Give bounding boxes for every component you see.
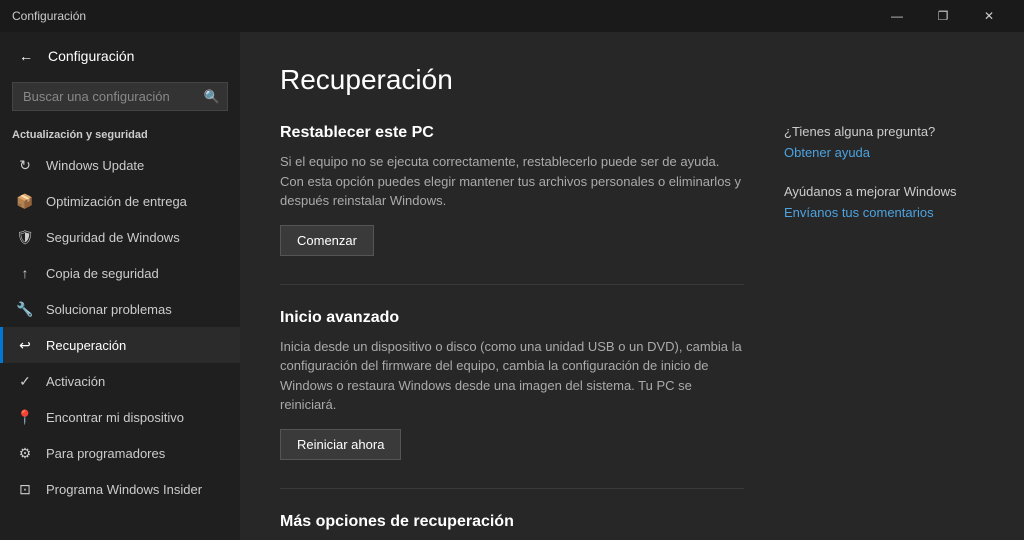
sidebar-item-seguridad[interactable]: 🛡 Seguridad de Windows xyxy=(0,219,240,255)
search-box: 🔍 xyxy=(12,82,228,111)
obtener-ayuda-link[interactable]: Obtener ayuda xyxy=(784,145,984,160)
divider-1 xyxy=(280,284,744,285)
content-right: ¿Tienes alguna pregunta? Obtener ayuda A… xyxy=(784,64,984,520)
sidebar-item-label: Para programadores xyxy=(46,446,165,461)
divider-2 xyxy=(280,488,744,489)
minimize-button[interactable]: — xyxy=(874,0,920,32)
programadores-icon: ⚙ xyxy=(16,444,34,462)
sidebar-item-insider[interactable]: ⊡ Programa Windows Insider xyxy=(0,471,240,507)
titlebar-controls: — ❐ ✕ xyxy=(874,0,1012,32)
section-restablecer-desc: Si el equipo no se ejecuta correctamente… xyxy=(280,152,744,211)
app-layout: ← Configuración 🔍 Actualización y seguri… xyxy=(0,32,1024,540)
sidebar-item-label: Recuperación xyxy=(46,338,126,353)
search-input[interactable] xyxy=(12,82,228,111)
section-restablecer-title: Restablecer este PC xyxy=(280,124,744,142)
section-mas-opciones-title: Más opciones de recuperación xyxy=(280,513,744,531)
sidebar-item-optimizacion[interactable]: 📦 Optimización de entrega xyxy=(0,183,240,219)
sidebar-item-activacion[interactable]: ✓ Activación xyxy=(0,363,240,399)
encontrar-icon: 📍 xyxy=(16,408,34,426)
page-title: Recuperación xyxy=(280,64,744,96)
sidebar-item-programadores[interactable]: ⚙ Para programadores xyxy=(0,435,240,471)
sidebar-item-encontrar[interactable]: 📍 Encontrar mi dispositivo xyxy=(0,399,240,435)
optimizacion-icon: 📦 xyxy=(16,192,34,210)
reiniciar-ahora-button[interactable]: Reiniciar ahora xyxy=(280,429,401,460)
sidebar-item-label: Seguridad de Windows xyxy=(46,230,180,245)
sidebar-item-label: Programa Windows Insider xyxy=(46,482,202,497)
sidebar-item-label: Activación xyxy=(46,374,105,389)
help-feedback-section: Ayúdanos a mejorar Windows Envíanos tus … xyxy=(784,184,984,220)
sidebar-item-copia[interactable]: ↑ Copia de seguridad xyxy=(0,255,240,291)
sidebar-top: ← Configuración xyxy=(0,32,240,76)
insider-icon: ⊡ xyxy=(16,480,34,498)
help-question-section: ¿Tienes alguna pregunta? Obtener ayuda xyxy=(784,124,984,160)
section-inicio-avanzado: Inicio avanzado Inicia desde un disposit… xyxy=(280,309,744,460)
titlebar: Configuración — ❐ ✕ xyxy=(0,0,1024,32)
sidebar-item-label: Copia de seguridad xyxy=(46,266,159,281)
search-icon: 🔍 xyxy=(204,89,220,105)
enviar-comentarios-link[interactable]: Envíanos tus comentarios xyxy=(784,205,984,220)
back-button[interactable]: ← xyxy=(12,42,40,70)
section-inicio-avanzado-title: Inicio avanzado xyxy=(280,309,744,327)
sidebar-item-label: Encontrar mi dispositivo xyxy=(46,410,184,425)
comenzar-button[interactable]: Comenzar xyxy=(280,225,374,256)
section-restablecer: Restablecer este PC Si el equipo no se e… xyxy=(280,124,744,256)
activacion-icon: ✓ xyxy=(16,372,34,390)
recuperacion-icon: ↩ xyxy=(16,336,34,354)
sidebar-app-title: Configuración xyxy=(48,48,134,64)
sidebar-item-recuperacion[interactable]: ↩ Recuperación xyxy=(0,327,240,363)
section-inicio-avanzado-desc: Inicia desde un dispositivo o disco (com… xyxy=(280,337,744,415)
seguridad-icon: 🛡 xyxy=(16,228,34,246)
sidebar-section-title: Actualización y seguridad xyxy=(0,121,240,147)
copia-icon: ↑ xyxy=(16,264,34,282)
restore-button[interactable]: ❐ xyxy=(920,0,966,32)
sidebar-item-label: Solucionar problemas xyxy=(46,302,172,317)
sidebar-item-label: Optimización de entrega xyxy=(46,194,187,209)
sidebar: ← Configuración 🔍 Actualización y seguri… xyxy=(0,32,240,540)
help-feedback-title: Ayúdanos a mejorar Windows xyxy=(784,184,984,199)
close-button[interactable]: ✕ xyxy=(966,0,1012,32)
titlebar-title: Configuración xyxy=(12,9,874,23)
section-mas-opciones: Más opciones de recuperación Más informa… xyxy=(280,513,744,540)
sidebar-item-windows-update[interactable]: ↻ Windows Update xyxy=(0,147,240,183)
main-content: Recuperación Restablecer este PC Si el e… xyxy=(240,32,1024,540)
sidebar-item-label: Windows Update xyxy=(46,158,144,173)
sidebar-item-solucionar[interactable]: 🔧 Solucionar problemas xyxy=(0,291,240,327)
content-left: Recuperación Restablecer este PC Si el e… xyxy=(280,64,744,520)
solucionar-icon: 🔧 xyxy=(16,300,34,318)
windows-update-icon: ↻ xyxy=(16,156,34,174)
help-question-title: ¿Tienes alguna pregunta? xyxy=(784,124,984,139)
